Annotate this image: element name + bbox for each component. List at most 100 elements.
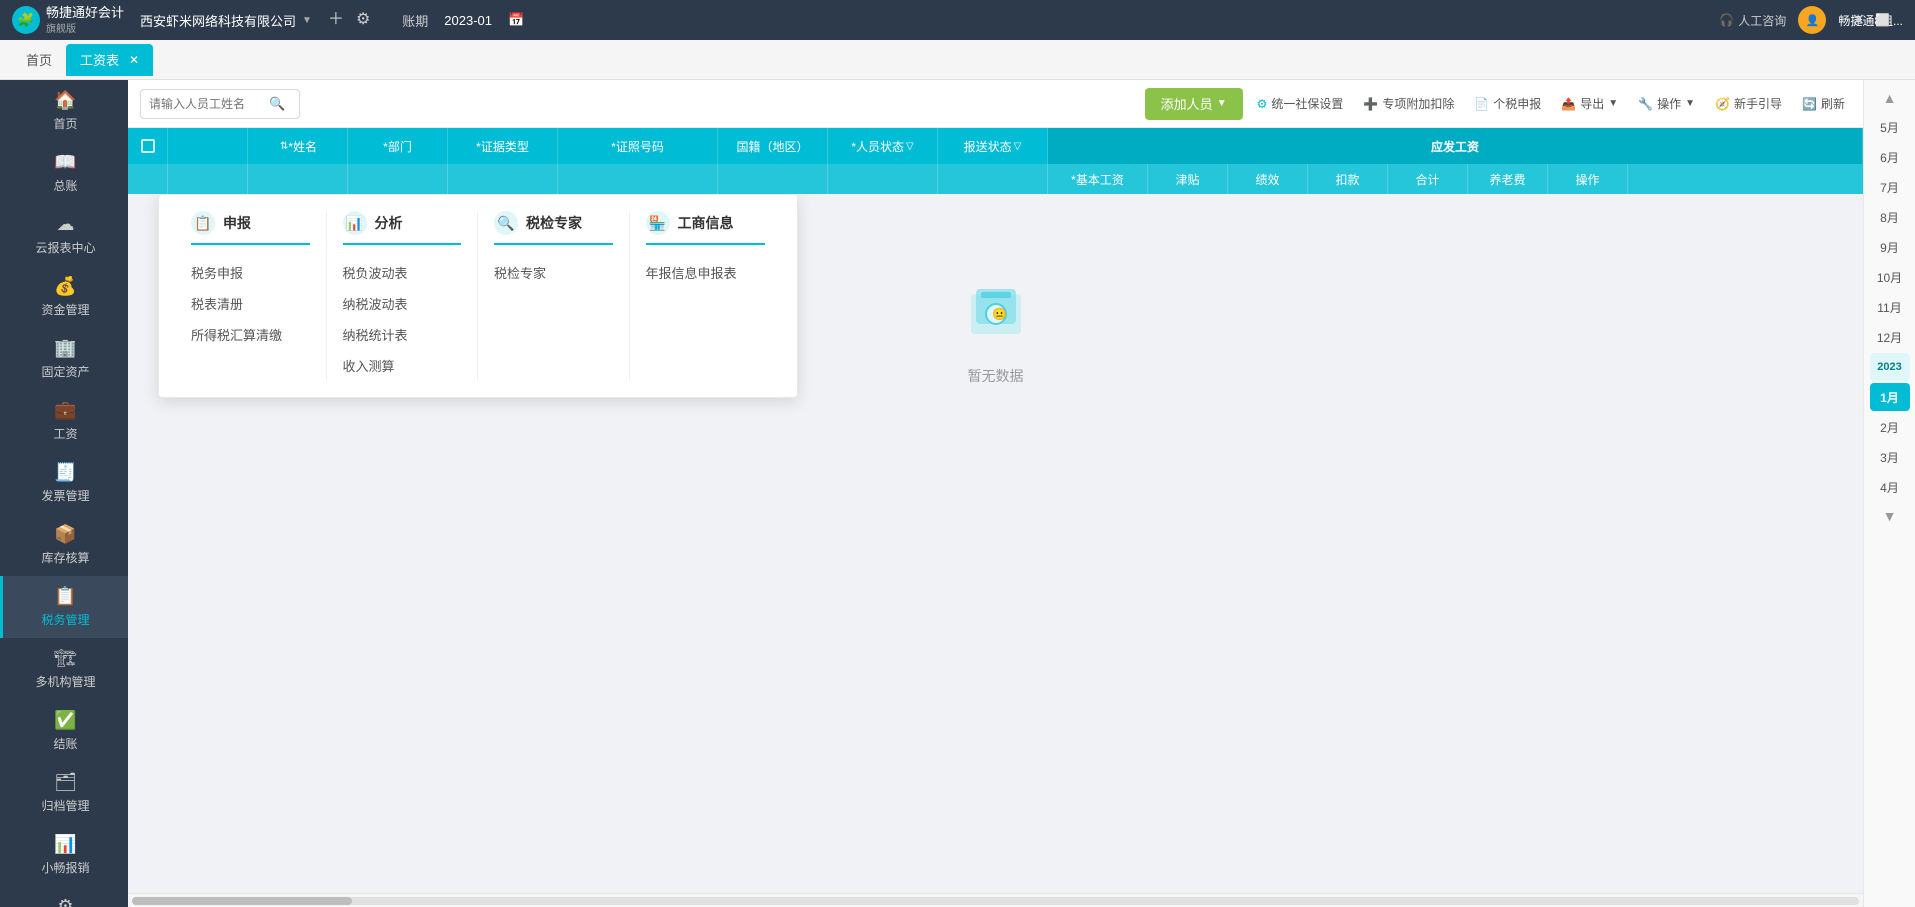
scrollbar-track	[132, 897, 1859, 905]
th-status: *人员状态 ▽	[828, 128, 938, 164]
sidebar-item-report[interactable]: 📊 小畅报销	[0, 824, 128, 886]
cal-month-12[interactable]: 12月	[1870, 323, 1910, 351]
cal-month-4[interactable]: 4月	[1870, 473, 1910, 501]
sidebar-item-salary[interactable]: 💼 工资	[0, 390, 128, 452]
cal-month-5[interactable]: 5月	[1870, 113, 1910, 141]
content-area: 🔍 添加人员 ▼ ⚙ 统一社保设置 ➕ 专项附加扣除 📄 个税申报 📤 导出	[128, 80, 1863, 907]
menu-tax-settlement[interactable]: 所得税汇算清缴	[191, 319, 310, 350]
menu-tax-fluctuation[interactable]: 纳税波动表	[343, 288, 462, 319]
menu-income-forecast[interactable]: 收入测算	[343, 350, 462, 381]
cloud-icon: ☁	[57, 214, 75, 235]
cal-month-9[interactable]: 9月	[1870, 233, 1910, 261]
close-window-button[interactable]: ✕	[1852, 10, 1865, 30]
new-guide-button[interactable]: 🧭 新手引导	[1709, 89, 1788, 119]
search-input-wrap[interactable]: 🔍	[140, 89, 300, 119]
th-checkbox[interactable]	[128, 128, 168, 164]
social-security-button[interactable]: ⚙ 统一社保设置	[1251, 89, 1350, 119]
multiorg-icon: 🏗	[54, 648, 77, 669]
menu-annual-report[interactable]: 年报信息申报表	[646, 257, 766, 288]
cal-month-11[interactable]: 11月	[1870, 293, 1910, 321]
sidebar-item-invoice[interactable]: 🧾 发票管理	[0, 452, 128, 514]
sidebar-item-archive[interactable]: 🗂 归档管理	[0, 762, 128, 824]
menu-tax-statistics[interactable]: 纳税统计表	[343, 319, 462, 350]
th-dept: *部门	[348, 128, 448, 164]
svg-text:😐: 😐	[992, 307, 1007, 321]
sidebar-item-tax[interactable]: 📋 税务管理	[0, 576, 128, 638]
add-employee-button[interactable]: 添加人员 ▼	[1145, 88, 1243, 120]
human-service-button[interactable]: 🎧 人工咨询	[1719, 12, 1786, 29]
scrollbar-area[interactable]	[128, 893, 1863, 907]
sidebar-item-fixed-assets[interactable]: 🏢 固定资产	[0, 328, 128, 390]
tab-home[interactable]: 首页	[12, 44, 66, 76]
tax-report-button[interactable]: 📄 个税申报	[1468, 89, 1547, 119]
sidebar: 🏠 首页 📖 总账 ☁ 云报表中心 💰 资金管理 🏢 固定资产 💼 工资 🧾 发…	[0, 80, 128, 907]
sidebar-item-ledger[interactable]: 📖 总账	[0, 142, 128, 204]
sort-icon-name: ⇅	[280, 141, 288, 152]
calendar-icon[interactable]: 📅	[508, 12, 524, 28]
sidebar-item-settle[interactable]: ✅ 结账	[0, 700, 128, 762]
export-button[interactable]: 📤 导出 ▼	[1555, 89, 1624, 119]
th2-basic: *基本工资	[1048, 164, 1148, 194]
cal-month-7[interactable]: 7月	[1870, 173, 1910, 201]
menu-tax-declaration[interactable]: 税务申报	[191, 257, 310, 288]
building-icon: 🏢	[54, 338, 76, 359]
th2-pension-label: 养老费	[1489, 171, 1525, 188]
sidebar-invoice-label: 发票管理	[41, 487, 89, 504]
menu-tax-burden[interactable]: 税负波动表	[343, 257, 462, 288]
th-idno-label: *证照号码	[611, 138, 664, 155]
business-label: 工商信息	[678, 213, 734, 233]
period-value: 2023-01	[444, 13, 492, 28]
status-filter-icon[interactable]: ▽	[906, 141, 914, 152]
cal-month-10[interactable]: 10月	[1870, 263, 1910, 291]
table-header-row2: *基本工资 津贴 绩效 扣款 合计 养老费 操作	[128, 164, 1863, 194]
sidebar-item-settings[interactable]: ⚙ 基础设置	[0, 886, 128, 907]
user-avatar[interactable]: 👤	[1798, 6, 1826, 34]
th-dept-label: *部门	[383, 138, 412, 155]
archive-icon: 🗂	[54, 772, 77, 793]
th2-total-label: 合计	[1415, 171, 1439, 188]
sidebar-item-multiorg[interactable]: 🏗 多机构管理	[0, 638, 128, 700]
send-filter-icon[interactable]: ▽	[1014, 141, 1022, 152]
add-company-button[interactable]: ＋	[328, 12, 344, 28]
add-label: 添加人员	[1161, 94, 1213, 113]
calendar-nav-down[interactable]: ▼	[1876, 502, 1904, 530]
search-input[interactable]	[149, 97, 269, 111]
analysis-icon: 📊	[343, 211, 367, 235]
calendar-nav-up[interactable]: ▲	[1876, 84, 1904, 112]
special-deduction-label: 专项附加扣除	[1382, 95, 1454, 112]
cal-month-2[interactable]: 2月	[1870, 413, 1910, 441]
th2-total: 合计	[1388, 164, 1468, 194]
menu-tax-expert[interactable]: 税检专家	[494, 257, 613, 288]
special-deduction-button[interactable]: ➕ 专项附加扣除	[1357, 89, 1460, 119]
sidebar-item-cloud-report[interactable]: ☁ 云报表中心	[0, 204, 128, 266]
tab-salary-close-icon[interactable]: ✕	[129, 53, 139, 67]
menu-tax-register[interactable]: 税表清册	[191, 288, 310, 319]
operate-button[interactable]: 🔧 操作 ▼	[1632, 89, 1701, 119]
header-checkbox[interactable]	[141, 139, 155, 153]
sidebar-item-fund[interactable]: 💰 资金管理	[0, 266, 128, 328]
th2-idtype	[448, 164, 558, 194]
refresh-button[interactable]: 🔄 刷新	[1796, 89, 1851, 119]
restore-window-button[interactable]: ⬜	[1875, 13, 1890, 27]
cal-month-8[interactable]: 8月	[1870, 203, 1910, 231]
th-send: 报送状态 ▽	[938, 128, 1048, 164]
th2-nation	[718, 164, 828, 194]
operate-label: 操作	[1657, 95, 1681, 112]
tax-dropdown-menu[interactable]: 📋 申报 税务申报 税表清册 所得税汇算清缴 📊 分析 税负波动表	[158, 194, 798, 398]
th-nation: 国籍（地区）	[718, 128, 828, 164]
inventory-icon: 📦	[54, 524, 76, 545]
settings-button[interactable]: ⚙	[356, 12, 370, 28]
tab-salary-label: 工资表	[80, 50, 119, 69]
scrollbar-thumb[interactable]	[132, 897, 352, 905]
cal-month-6[interactable]: 6月	[1870, 143, 1910, 171]
add-dropdown-arrow-icon: ▼	[1217, 98, 1227, 109]
tab-salary[interactable]: 工资表 ✕	[66, 44, 153, 76]
company-selector[interactable]: 西安虾米网络科技有限公司 ▼	[140, 11, 312, 30]
table-body-area: 📋 申报 税务申报 税表清册 所得税汇算清缴 📊 分析 税负波动表	[128, 194, 1863, 893]
sidebar-item-inventory[interactable]: 📦 库存核算	[0, 514, 128, 576]
logo-text-wrap: 畅捷通好会计 旗舰版	[46, 5, 124, 36]
invoice-icon: 🧾	[54, 462, 76, 483]
cal-month-3[interactable]: 3月	[1870, 443, 1910, 471]
sidebar-item-home[interactable]: 🏠 首页	[0, 80, 128, 142]
cal-month-1-active[interactable]: 1月	[1870, 383, 1910, 411]
